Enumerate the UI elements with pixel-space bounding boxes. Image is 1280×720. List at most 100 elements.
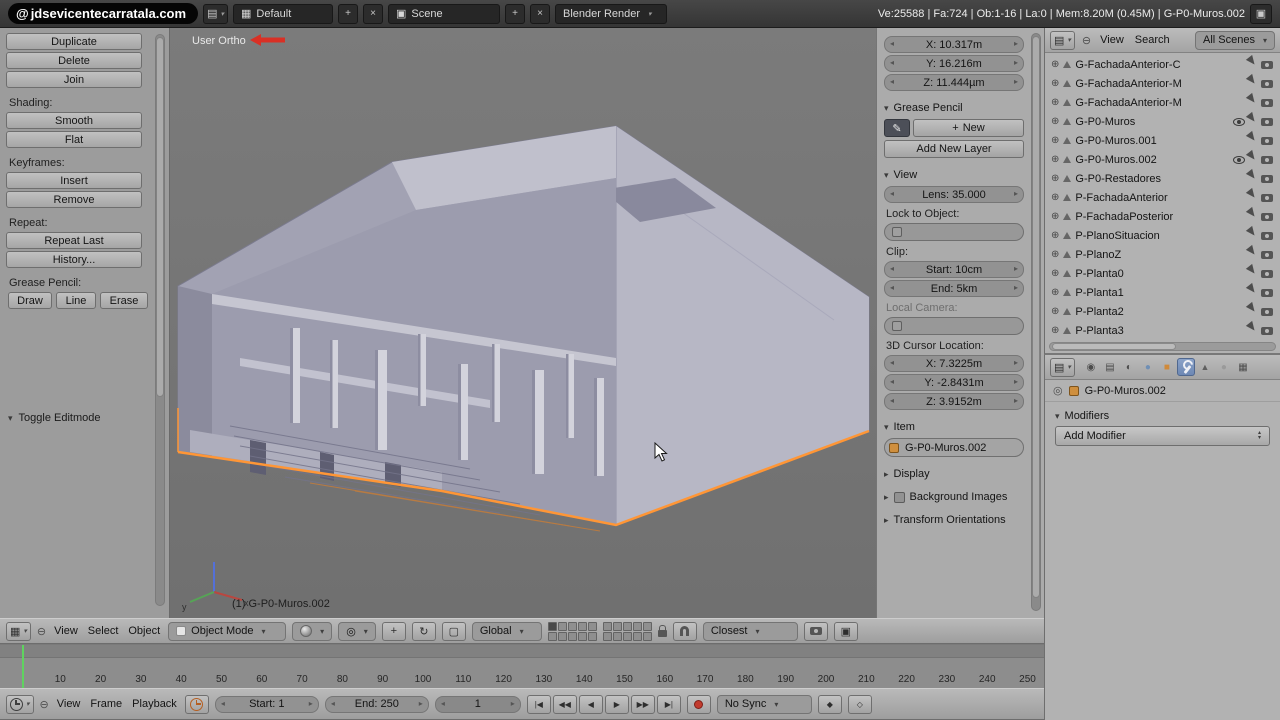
restrict-select-icon[interactable] [1245, 92, 1261, 109]
menu-view[interactable]: View [52, 625, 80, 637]
outliner-item[interactable]: ⊕ P-FachadaAnterior [1047, 187, 1277, 207]
dimension-z-field[interactable]: ◂ Z: 11.444µm ▸ [884, 74, 1024, 91]
lock-icon[interactable] [657, 625, 667, 637]
current-frame-marker[interactable] [22, 645, 24, 688]
expand-icon[interactable]: ⊕ [1051, 135, 1059, 146]
scrollbar-thumb[interactable] [1052, 343, 1176, 350]
restrict-select-icon[interactable] [1245, 282, 1261, 299]
grease-pencil-panel-header[interactable]: ▾ Grease Pencil [884, 102, 1024, 114]
item-panel-header[interactable]: ▾ Item [884, 421, 1024, 433]
layer-toggle[interactable] [587, 631, 597, 641]
increment-arrow-icon[interactable]: ▸ [1014, 264, 1018, 273]
layer-toggle[interactable] [577, 621, 587, 631]
play-button[interactable]: ▶ [604, 694, 629, 714]
grease-pencil-draw-button[interactable]: ✎ [884, 119, 910, 137]
outliner-display-mode-selector[interactable]: All Scenes ▾ [1195, 30, 1275, 50]
restrict-select-icon[interactable] [1245, 263, 1261, 280]
menu-view[interactable]: View [55, 698, 83, 710]
decrement-arrow-icon[interactable]: ◂ [890, 39, 894, 48]
visibility-eye-icon[interactable] [1233, 155, 1245, 164]
grease-erase-button[interactable]: Erase [100, 292, 148, 309]
grease-line-button[interactable]: Line [56, 292, 96, 309]
play-reverse-button[interactable]: ◀ [578, 694, 603, 714]
outliner-item[interactable]: ⊕ G-FachadaAnterior-C [1047, 55, 1277, 74]
outliner-item[interactable]: ⊕ P-Planta0 [1047, 263, 1277, 283]
restrict-render-icon[interactable] [1261, 155, 1273, 164]
tab-object[interactable] [1158, 358, 1176, 376]
dimension-y-field[interactable]: ◂ Y: 16.216m ▸ [884, 55, 1024, 72]
decrement-arrow-icon[interactable]: ◂ [221, 699, 225, 708]
viewport-shading-selector[interactable]: ▾ [292, 621, 333, 641]
menu-search[interactable]: Search [1133, 34, 1172, 46]
dimension-x-field[interactable]: ◂ X: 10.317m ▸ [884, 36, 1024, 53]
menu-frame[interactable]: Frame [88, 698, 124, 710]
decrement-arrow-icon[interactable]: ◂ [890, 396, 894, 405]
snap-toggle-button[interactable] [672, 621, 697, 641]
delete-scene-button[interactable]: × [529, 3, 550, 24]
outliner-item[interactable]: ⊕ P-PlanoZ [1047, 244, 1277, 264]
current-frame-field[interactable]: ◂ 1 ▸ [434, 695, 521, 713]
snap-element-selector[interactable]: Closest ▾ [702, 621, 798, 641]
add-layout-button[interactable]: + [337, 3, 358, 24]
restrict-render-icon[interactable] [1261, 288, 1273, 297]
tab-world[interactable] [1139, 358, 1157, 376]
increment-arrow-icon[interactable]: ▸ [1014, 39, 1018, 48]
restrict-select-icon[interactable] [1245, 168, 1261, 185]
opengl-render-button[interactable] [803, 621, 828, 641]
decrement-arrow-icon[interactable]: ◂ [890, 283, 894, 292]
transform-orientation-selector[interactable]: Global ▾ [471, 621, 542, 641]
collapse-menus-icon[interactable]: ⊖ [1082, 34, 1091, 47]
increment-arrow-icon[interactable]: ▸ [1014, 358, 1018, 367]
restrict-render-icon[interactable] [1261, 231, 1273, 240]
jump-to-end-button[interactable]: ▶| [656, 694, 681, 714]
outliner-item[interactable]: ⊕ P-FachadaPosterior [1047, 206, 1277, 226]
sync-mode-selector[interactable]: No Sync ▾ [716, 694, 812, 714]
frame-end-field[interactable]: ◂ End: 250 ▸ [324, 695, 429, 713]
layer-toggle[interactable] [567, 631, 577, 641]
window-duplicate-icon[interactable]: ▣ [1250, 3, 1272, 24]
toggle-editmode-panel-header[interactable]: ▾ Toggle Editmode [8, 412, 100, 424]
layer-toggle[interactable] [642, 631, 652, 641]
object-name-field[interactable]: G-P0-Muros.002 [884, 438, 1024, 457]
timeline-ruler[interactable]: 10 20 30 40 50 60 70 80 90 100 110 120 130 140 150 160 1… [0, 644, 1044, 688]
tab-scene[interactable] [1120, 358, 1138, 376]
keying-set-button[interactable]: ◆ [817, 694, 842, 714]
delete-keyframe-button[interactable]: ◇ [847, 694, 872, 714]
decrement-arrow-icon[interactable]: ◂ [331, 699, 335, 708]
expand-icon[interactable]: ⊕ [1051, 325, 1059, 336]
restrict-render-icon[interactable] [1261, 269, 1273, 278]
mode-selector[interactable]: Object Mode ▾ [168, 621, 287, 641]
jump-to-start-button[interactable]: |◀ [526, 694, 551, 714]
outliner-item[interactable]: ⊕ G-P0-Muros.001 [1047, 130, 1277, 150]
screen-layout-selector[interactable]: ▦ Default [232, 3, 333, 24]
layer-toggle[interactable] [612, 621, 622, 631]
render-engine-selector[interactable]: Blender Render ▾ [554, 3, 667, 24]
outliner-item[interactable]: ⊕ P-Planta3 [1047, 320, 1277, 339]
restrict-select-icon[interactable] [1245, 244, 1261, 261]
increment-arrow-icon[interactable]: ▸ [511, 699, 515, 708]
increment-arrow-icon[interactable]: ▸ [1014, 58, 1018, 67]
outliner-item[interactable]: ⊕ P-Planta2 [1047, 301, 1277, 321]
restrict-select-icon[interactable] [1245, 111, 1261, 128]
frame-start-field[interactable]: ◂ Start: 1 ▸ [214, 695, 319, 713]
decrement-arrow-icon[interactable]: ◂ [890, 77, 894, 86]
manipulator-scale-button[interactable]: ▢ [441, 621, 466, 641]
restrict-select-icon[interactable] [1245, 130, 1261, 147]
flat-button[interactable]: Flat [6, 131, 142, 148]
layer-toggle[interactable] [632, 621, 642, 631]
tab-material[interactable] [1215, 358, 1233, 376]
restrict-render-icon[interactable] [1261, 136, 1273, 145]
decrement-arrow-icon[interactable]: ◂ [890, 58, 894, 67]
auto-keyframe-record-button[interactable] [686, 694, 711, 714]
increment-arrow-icon[interactable]: ▸ [419, 699, 423, 708]
expand-icon[interactable]: ⊕ [1051, 59, 1059, 70]
expand-icon[interactable]: ⊕ [1051, 268, 1059, 279]
decrement-arrow-icon[interactable]: ◂ [890, 377, 894, 386]
prev-keyframe-button[interactable]: ◀◀ [552, 694, 577, 714]
expand-icon[interactable]: ⊕ [1051, 154, 1059, 165]
layer-toggle[interactable] [622, 631, 632, 641]
increment-arrow-icon[interactable]: ▸ [1014, 189, 1018, 198]
remove-keyframe-button[interactable]: Remove [6, 191, 142, 208]
expand-icon[interactable]: ⊕ [1051, 97, 1059, 108]
restrict-render-icon[interactable] [1261, 60, 1273, 69]
